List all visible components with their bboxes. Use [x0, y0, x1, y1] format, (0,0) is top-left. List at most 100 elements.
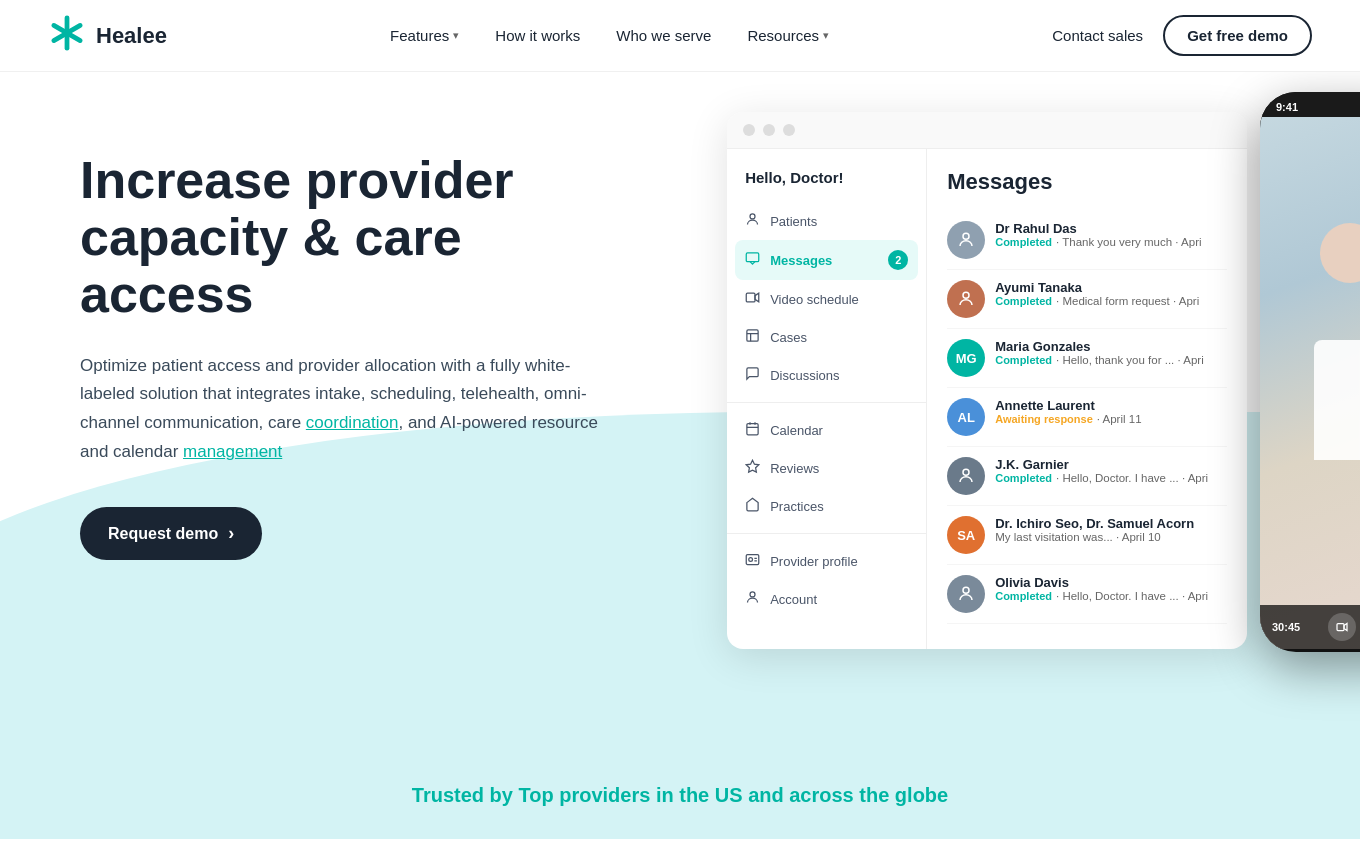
message-preview: Completed· Thank you very much · Apri: [995, 236, 1227, 248]
message-avatar: SA: [947, 516, 985, 554]
sidebar-item-account[interactable]: Account: [727, 580, 926, 618]
svg-marker-18: [1344, 624, 1347, 631]
message-item[interactable]: J.K. GarnierCompleted· Hello, Doctor. I …: [947, 447, 1227, 506]
nav-features[interactable]: Features ▾: [390, 27, 459, 44]
sidebar-item-provider-profile[interactable]: Provider profile: [727, 542, 926, 580]
patients-icon: [745, 212, 760, 230]
titlebar-dot-2: [763, 124, 775, 136]
message-avatar: [947, 457, 985, 495]
message-content: Ayumi TanakaCompleted· Medical form requ…: [995, 280, 1227, 307]
message-avatar: MG: [947, 339, 985, 377]
hero-description: Optimize patient access and provider all…: [80, 352, 600, 468]
svg-point-12: [750, 592, 755, 597]
sidebar-item-discussions[interactable]: Discussions: [727, 356, 926, 394]
message-item[interactable]: MG Maria GonzalesCompleted· Hello, thank …: [947, 329, 1227, 388]
discussions-icon: [745, 366, 760, 384]
arrow-right-icon: ›: [228, 523, 234, 544]
message-item[interactable]: Olivia DavisCompleted· Hello, Doctor. I …: [947, 565, 1227, 624]
phone-time: 9:41: [1276, 101, 1298, 113]
message-preview: My last visitation was... · April 10: [995, 531, 1227, 543]
titlebar-dot-3: [783, 124, 795, 136]
calendar-icon: [745, 421, 760, 439]
message-item[interactable]: SA Dr. Ichiro Seo, Dr. Samuel AcornMy las…: [947, 506, 1227, 565]
nav-how-it-works[interactable]: How it works: [495, 27, 580, 44]
sidebar-item-reviews[interactable]: Reviews: [727, 449, 926, 487]
message-content: Annette LaurentAwaiting response· April …: [995, 398, 1227, 425]
logo-icon: [48, 14, 86, 57]
message-avatar: [947, 575, 985, 613]
message-name: J.K. Garnier: [995, 457, 1227, 472]
nav-resources[interactable]: Resources ▾: [747, 27, 829, 44]
titlebar-dot-1: [743, 124, 755, 136]
message-preview: Awaiting response· April 11: [995, 413, 1227, 425]
sidebar-item-messages[interactable]: Messages 2: [735, 240, 918, 280]
account-icon: [745, 590, 760, 608]
phone-content: 30:45: [1260, 117, 1360, 649]
contact-sales-link[interactable]: Contact sales: [1052, 27, 1143, 44]
sidebar-item-cases[interactable]: Cases: [727, 318, 926, 356]
message-item[interactable]: Ayumi TanakaCompleted· Medical form requ…: [947, 270, 1227, 329]
sidebar-item-video-schedule[interactable]: Video schedule: [727, 280, 926, 318]
phone-controls-bar: 30:45: [1260, 605, 1360, 649]
message-name: Maria Gonzales: [995, 339, 1227, 354]
sidebar-item-patients[interactable]: Patients: [727, 202, 926, 240]
nav-who-we-serve[interactable]: Who we serve: [616, 27, 711, 44]
chevron-down-icon: ▾: [823, 29, 829, 42]
navigation: Healee Features ▾ How it works Who we se…: [0, 0, 1360, 72]
sidebar-divider: [727, 402, 926, 403]
titlebar: [727, 112, 1247, 149]
coordination-link[interactable]: coordination: [306, 413, 399, 432]
hero-left: Increase provider capacity & care access…: [0, 72, 707, 620]
doctor-image: [1260, 117, 1360, 649]
message-preview: Completed· Hello, thank you for ... · Ap…: [995, 354, 1227, 366]
brand-name: Healee: [96, 23, 167, 49]
svg-point-3: [750, 214, 755, 219]
message-avatar: [947, 280, 985, 318]
message-preview: Completed· Medical form request · Apri: [995, 295, 1227, 307]
management-link[interactable]: management: [183, 442, 282, 461]
sidebar-item-practices[interactable]: Practices: [727, 487, 926, 525]
message-name: Ayumi Tanaka: [995, 280, 1227, 295]
message-name: Dr. Ichiro Seo, Dr. Samuel Acorn: [995, 516, 1227, 531]
message-avatar: AL: [947, 398, 985, 436]
svg-point-16: [963, 587, 969, 593]
sidebar-divider-2: [727, 533, 926, 534]
video-icon: [745, 290, 760, 308]
messages-title: Messages: [947, 169, 1227, 195]
greeting: Hello, Doctor!: [727, 169, 926, 202]
dashboard-inner: Hello, Doctor! Patients Messages 2: [727, 149, 1247, 649]
doctor-head: [1320, 223, 1360, 283]
svg-point-11: [749, 558, 753, 562]
dashboard-card: Hello, Doctor! Patients Messages 2: [727, 112, 1247, 649]
svg-rect-5: [746, 293, 755, 302]
sidebar-item-calendar[interactable]: Calendar: [727, 411, 926, 449]
logo[interactable]: Healee: [48, 14, 167, 57]
svg-rect-17: [1337, 624, 1344, 631]
camera-off-button[interactable]: [1328, 613, 1356, 641]
hero-right: Hello, Doctor! Patients Messages 2: [707, 72, 1360, 649]
message-content: Maria GonzalesCompleted· Hello, thank yo…: [995, 339, 1227, 366]
messages-pane: Messages Dr Rahul DasCompleted· Thank yo…: [927, 149, 1247, 649]
message-item[interactable]: Dr Rahul DasCompleted· Thank you very mu…: [947, 211, 1227, 270]
message-avatar: [947, 221, 985, 259]
message-name: Annette Laurent: [995, 398, 1227, 413]
call-timer: 30:45: [1272, 621, 1300, 633]
request-demo-button[interactable]: Request demo ›: [80, 507, 262, 560]
get-free-demo-button[interactable]: Get free demo: [1163, 15, 1312, 56]
message-item[interactable]: AL Annette LaurentAwaiting response· Apri…: [947, 388, 1227, 447]
svg-point-15: [963, 469, 969, 475]
message-preview: Completed· Hello, Doctor. I have ... · A…: [995, 590, 1227, 602]
message-content: Olivia DavisCompleted· Hello, Doctor. I …: [995, 575, 1227, 602]
phone-mockup: 9:41 ▮▮▮ 30:45: [1260, 92, 1360, 652]
svg-point-14: [963, 292, 969, 298]
svg-rect-8: [747, 424, 758, 435]
message-preview: Completed· Hello, Doctor. I have ... · A…: [995, 472, 1227, 484]
phone-statusbar: 9:41 ▮▮▮: [1260, 92, 1360, 117]
provider-icon: [745, 552, 760, 570]
call-controls: [1328, 613, 1360, 641]
message-content: Dr Rahul DasCompleted· Thank you very mu…: [995, 221, 1227, 248]
practices-icon: [745, 497, 760, 515]
svg-marker-9: [746, 460, 759, 472]
chevron-down-icon: ▾: [453, 29, 459, 42]
message-content: Dr. Ichiro Seo, Dr. Samuel AcornMy last …: [995, 516, 1227, 543]
